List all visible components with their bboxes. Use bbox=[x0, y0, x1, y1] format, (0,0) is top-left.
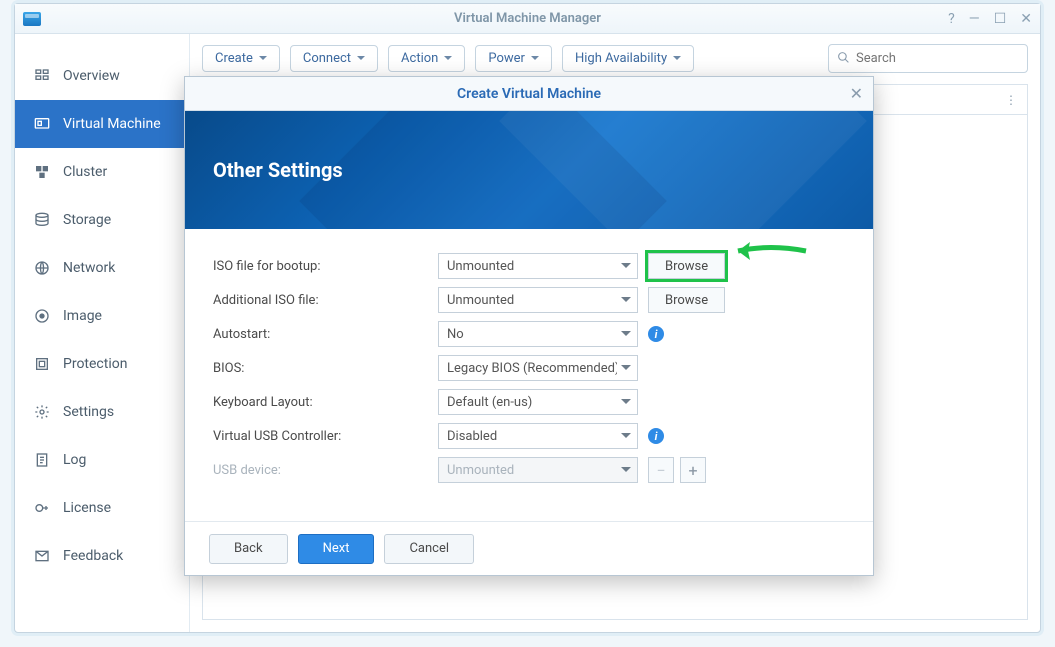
row-autostart: Autostart: No i bbox=[213, 317, 845, 351]
create-vm-dialog: Create Virtual Machine ✕ Other Settings … bbox=[184, 76, 874, 576]
keyboard-label: Keyboard Layout: bbox=[213, 395, 438, 410]
row-additional-iso: Additional ISO file: Unmounted Browse bbox=[213, 283, 845, 317]
autostart-select[interactable]: No bbox=[438, 321, 638, 347]
usb-controller-label: Virtual USB Controller: bbox=[213, 429, 438, 444]
caret-icon bbox=[357, 56, 365, 64]
info-icon[interactable]: i bbox=[648, 428, 664, 444]
storage-icon bbox=[33, 212, 51, 228]
chevron-down-icon bbox=[621, 467, 631, 477]
bios-label: BIOS: bbox=[213, 361, 438, 376]
high-availability-button[interactable]: High Availability bbox=[562, 45, 694, 72]
sidebar-item-network[interactable]: Network bbox=[15, 244, 189, 292]
sidebar-item-label: Feedback bbox=[63, 548, 123, 564]
sidebar-item-storage[interactable]: Storage bbox=[15, 196, 189, 244]
caret-icon bbox=[259, 56, 267, 64]
iso-bootup-browse-button[interactable]: Browse bbox=[648, 253, 725, 279]
dialog-titlebar: Create Virtual Machine ✕ bbox=[185, 77, 873, 111]
keyboard-select[interactable]: Default (en-us) bbox=[438, 389, 638, 415]
caret-icon bbox=[673, 56, 681, 64]
caret-icon bbox=[444, 56, 452, 64]
protection-icon bbox=[33, 356, 51, 372]
sidebar-item-feedback[interactable]: Feedback bbox=[15, 532, 189, 580]
sidebar-item-label: Overview bbox=[63, 68, 120, 84]
dialog-form: ISO file for bootup: Unmounted Browse Ad… bbox=[185, 229, 873, 521]
sidebar-item-overview[interactable]: Overview bbox=[15, 52, 189, 100]
power-button[interactable]: Power bbox=[475, 45, 552, 72]
feedback-icon bbox=[33, 548, 51, 564]
back-button[interactable]: Back bbox=[209, 534, 288, 564]
search-icon bbox=[837, 49, 850, 68]
chevron-down-icon bbox=[621, 331, 631, 341]
sidebar-item-label: Storage bbox=[63, 212, 111, 228]
column-options-icon[interactable]: ⋮ bbox=[995, 93, 1027, 107]
cluster-icon bbox=[33, 164, 51, 180]
autostart-label: Autostart: bbox=[213, 327, 438, 342]
vm-icon bbox=[33, 116, 51, 132]
additional-iso-select[interactable]: Unmounted bbox=[438, 287, 638, 313]
dialog-banner: Other Settings bbox=[185, 111, 873, 229]
chevron-down-icon bbox=[621, 365, 631, 375]
caret-icon bbox=[531, 56, 539, 64]
next-button[interactable]: Next bbox=[298, 534, 375, 564]
log-icon bbox=[33, 452, 51, 468]
titlebar: Virtual Machine Manager ? — ☐ ✕ bbox=[15, 4, 1040, 34]
create-button[interactable]: Create bbox=[202, 45, 280, 72]
window-title: Virtual Machine Manager bbox=[15, 11, 1040, 26]
sidebar-item-label: License bbox=[63, 500, 111, 516]
sidebar-item-label: Settings bbox=[63, 404, 114, 420]
usb-device-select: Unmounted bbox=[438, 457, 638, 483]
network-icon bbox=[33, 260, 51, 276]
connect-button[interactable]: Connect bbox=[290, 45, 378, 72]
search-input[interactable] bbox=[856, 51, 1022, 66]
chevron-down-icon bbox=[621, 399, 631, 409]
sidebar: Overview Virtual Machine Cluster Storage… bbox=[15, 34, 190, 632]
add-usb-button[interactable]: + bbox=[680, 457, 706, 483]
row-usb-device: USB device: Unmounted − + bbox=[213, 453, 845, 487]
license-icon bbox=[33, 500, 51, 516]
sidebar-item-virtual-machine[interactable]: Virtual Machine bbox=[15, 100, 189, 148]
sidebar-item-label: Image bbox=[63, 308, 102, 324]
sidebar-item-license[interactable]: License bbox=[15, 484, 189, 532]
row-keyboard: Keyboard Layout: Default (en-us) bbox=[213, 385, 845, 419]
sidebar-item-label: Cluster bbox=[63, 164, 107, 180]
sidebar-item-cluster[interactable]: Cluster bbox=[15, 148, 189, 196]
image-icon bbox=[33, 308, 51, 324]
toolbar: Create Connect Action Power High Availab… bbox=[190, 34, 1040, 74]
sidebar-item-label: Network bbox=[63, 260, 115, 276]
chevron-down-icon bbox=[621, 297, 631, 307]
cancel-button[interactable]: Cancel bbox=[384, 534, 474, 564]
sidebar-item-image[interactable]: Image bbox=[15, 292, 189, 340]
usb-controller-select[interactable]: Disabled bbox=[438, 423, 638, 449]
sidebar-item-log[interactable]: Log bbox=[15, 436, 189, 484]
iso-bootup-select[interactable]: Unmounted bbox=[438, 253, 638, 279]
bios-select[interactable]: Legacy BIOS (Recommended) bbox=[438, 355, 638, 381]
sidebar-item-label: Protection bbox=[63, 356, 127, 372]
sidebar-item-settings[interactable]: Settings bbox=[15, 388, 189, 436]
row-usb-controller: Virtual USB Controller: Disabled i bbox=[213, 419, 845, 453]
row-bios: BIOS: Legacy BIOS (Recommended) bbox=[213, 351, 845, 385]
remove-usb-button: − bbox=[648, 457, 674, 483]
sidebar-item-label: Virtual Machine bbox=[63, 116, 161, 132]
row-iso-bootup: ISO file for bootup: Unmounted Browse bbox=[213, 249, 845, 283]
sidebar-item-label: Log bbox=[63, 452, 86, 468]
dialog-heading: Other Settings bbox=[213, 158, 343, 182]
dialog-title: Create Virtual Machine bbox=[457, 86, 601, 102]
additional-iso-browse-button[interactable]: Browse bbox=[648, 287, 725, 313]
search-box[interactable] bbox=[828, 44, 1028, 73]
chevron-down-icon bbox=[621, 433, 631, 443]
action-button[interactable]: Action bbox=[388, 45, 465, 72]
additional-iso-label: Additional ISO file: bbox=[213, 293, 438, 308]
gear-icon bbox=[33, 404, 51, 420]
sidebar-item-protection[interactable]: Protection bbox=[15, 340, 189, 388]
usb-device-label: USB device: bbox=[213, 463, 438, 478]
chevron-down-icon bbox=[621, 263, 631, 273]
dialog-footer: Back Next Cancel bbox=[185, 521, 873, 575]
close-icon[interactable]: ✕ bbox=[850, 84, 863, 103]
overview-icon bbox=[33, 68, 51, 84]
info-icon[interactable]: i bbox=[648, 326, 664, 342]
iso-bootup-label: ISO file for bootup: bbox=[213, 259, 438, 274]
